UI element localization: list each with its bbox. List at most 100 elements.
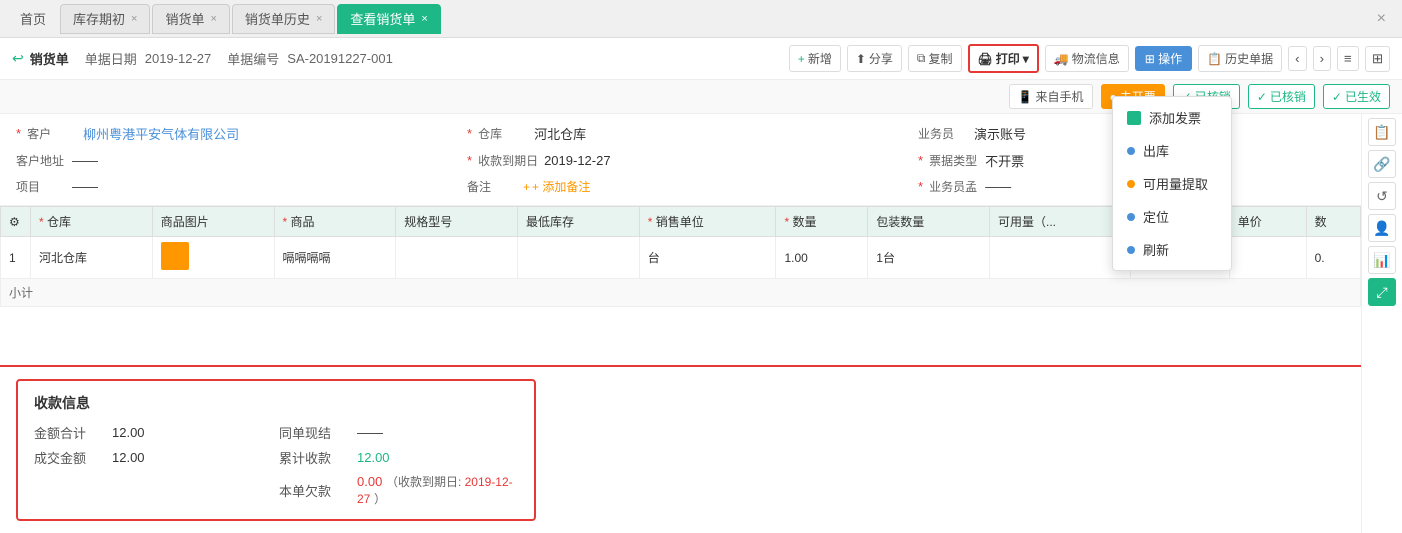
tab-sales[interactable]: 销货单 × <box>152 4 229 34</box>
history-icon: 📋 <box>1207 52 1222 66</box>
effective-icon: ✓ <box>1332 90 1342 104</box>
same-order-value: —— <box>357 425 383 440</box>
copy-button[interactable]: ⧉ 复制 <box>908 45 962 72</box>
row-unit: 台 <box>639 237 776 279</box>
warehouse-value: 河北仓库 <box>534 124 586 143</box>
row-warehouse: 河北仓库 <box>31 237 153 279</box>
required-star5: * <box>918 179 923 194</box>
locate-icon <box>1127 213 1135 221</box>
deal-value: 12.00 <box>112 450 145 465</box>
row-price <box>1229 237 1306 279</box>
sold-button[interactable]: ✓ 已核销 <box>1248 84 1315 109</box>
history-button[interactable]: 📋 历史单据 <box>1198 45 1282 72</box>
tab-home-label: 首页 <box>20 9 46 28</box>
tab-sales-label: 销货单 <box>165 9 204 28</box>
print-button[interactable]: 🖨 打印 ▾ <box>968 44 1039 73</box>
subtotal-label: 小计 <box>1 279 1361 307</box>
addr-value: —— <box>72 153 98 168</box>
subtotal-row: 小计 <box>1 279 1361 307</box>
ticket-label: 票据类型 <box>929 152 979 169</box>
logistics-button[interactable]: 🚚 物流信息 <box>1045 45 1129 72</box>
avail-icon <box>1127 180 1135 188</box>
toolbar: + 新增 ⬆ 分享 ⧉ 复制 🖨 打印 ▾ 🚚 物流信息 ⊞ 操 <box>789 44 1390 73</box>
dropdown-item-outbound[interactable]: 出库 <box>1113 134 1231 167</box>
close-all-button[interactable]: × <box>1369 10 1394 28</box>
payment-deal-row: 成交金额 12.00 <box>34 448 273 467</box>
add-invoice-icon <box>1127 111 1141 125</box>
owed-value: 0.00 （收款到期日: 2019-12-27 ） <box>357 473 518 507</box>
tab-sales-close[interactable]: × <box>210 13 216 25</box>
share-icon: ⬆ <box>856 52 866 66</box>
new-icon: + <box>798 52 805 66</box>
effective-button[interactable]: ✓ 已生效 <box>1323 84 1390 109</box>
col-spec-header: 规格型号 <box>396 207 518 237</box>
customer-label: 客户 <box>27 125 77 142</box>
outbound-label: 出库 <box>1143 141 1169 160</box>
right-icon-link[interactable]: 🔗 <box>1368 150 1396 178</box>
copy-label: 复制 <box>928 50 952 67</box>
share-button[interactable]: ⬆ 分享 <box>847 45 902 72</box>
col-settings-header[interactable]: ⚙ <box>1 207 31 237</box>
right-icon-expand[interactable]: ⤢ <box>1368 278 1396 306</box>
staff-value: 演示账号 <box>974 124 1026 143</box>
warehouse-label: 仓库 <box>478 125 528 142</box>
row-product: 嗝嗝嗝嗝 <box>274 237 396 279</box>
dropdown-item-avail[interactable]: 可用量提取 <box>1113 167 1231 200</box>
view-list-button[interactable]: ≡ <box>1337 46 1359 71</box>
new-label: 新增 <box>808 50 832 67</box>
logistics-icon: 🚚 <box>1054 52 1069 66</box>
due-note: （收款到期日: <box>386 475 465 489</box>
col-minstock-header: 最低库存 <box>518 207 640 237</box>
tab-history-label: 销货单历史 <box>245 9 310 28</box>
ops-button[interactable]: ⊞ 操作 <box>1135 46 1192 71</box>
due-date-value: 2019-12-27 <box>544 153 611 168</box>
dropdown-item-add-invoice[interactable]: 添加发票 <box>1113 101 1231 134</box>
add-note-button[interactable]: + + 添加备注 <box>523 178 590 195</box>
payment-owed-row: 本单欠款 0.00 （收款到期日: 2019-12-27 ） <box>279 473 518 507</box>
tab-inventory[interactable]: 库存期初 × <box>60 4 150 34</box>
dropdown-item-locate[interactable]: 定位 <box>1113 200 1231 233</box>
warehouse-row: * 仓库 河北仓库 <box>467 124 894 143</box>
col-avail-header: 可用量（... <box>990 207 1130 237</box>
new-button[interactable]: + 新增 <box>789 45 841 72</box>
row-avail <box>990 237 1130 279</box>
tab-view-sales[interactable]: 查看销货单 × <box>337 4 440 34</box>
refresh-icon <box>1127 246 1135 254</box>
right-icon-chart[interactable]: 📊 <box>1368 246 1396 274</box>
tab-history-close[interactable]: × <box>316 13 322 25</box>
required-star2: * <box>467 126 472 141</box>
refresh-label: 刷新 <box>1143 240 1169 259</box>
ops-icon: ⊞ <box>1145 52 1155 66</box>
owed-label: 本单欠款 <box>279 481 349 500</box>
ops-dropdown-menu: 添加发票 出库 可用量提取 定位 刷新 <box>1112 96 1232 271</box>
tab-bar: 首页 库存期初 × 销货单 × 销货单历史 × 查看销货单 × × <box>0 0 1402 38</box>
ops-label: 操作 <box>1158 52 1182 66</box>
col-qty-header: * 数量 <box>776 207 868 237</box>
nav-prev-button[interactable]: ‹ <box>1288 46 1306 71</box>
tab-inventory-close[interactable]: × <box>131 13 137 25</box>
right-icon-refresh[interactable]: ↺ <box>1368 182 1396 210</box>
tab-view-sales-close[interactable]: × <box>421 13 427 25</box>
sold-icon: ✓ <box>1257 90 1267 104</box>
view-grid-button[interactable]: ⊞ <box>1365 46 1390 72</box>
col-product-header: * 商品 <box>274 207 396 237</box>
payment-info: 收款信息 金额合计 12.00 同单现结 —— 成交金额 12.00 <box>16 379 536 521</box>
outbound-icon <box>1127 147 1135 155</box>
staff-label: 业务员 <box>918 125 968 142</box>
required-star3: * <box>467 153 472 168</box>
print-label: 打印 <box>996 50 1020 67</box>
row-minstock <box>518 237 640 279</box>
right-icon-user[interactable]: 👤 <box>1368 214 1396 242</box>
row-other: 0. <box>1306 237 1360 279</box>
nav-next-button[interactable]: › <box>1313 46 1331 71</box>
phone-icon: 📱 <box>1018 90 1033 104</box>
note-label: 备注 <box>467 178 517 195</box>
due-date-row: * 收款到期日 2019-12-27 <box>467 151 894 170</box>
cumulative-label: 累计收款 <box>279 448 349 467</box>
tab-home[interactable]: 首页 <box>8 4 58 34</box>
right-icon-clipboard[interactable]: 📋 <box>1368 118 1396 146</box>
payment-same-order-row: 同单现结 —— <box>279 423 518 442</box>
tab-history[interactable]: 销货单历史 × <box>232 4 335 34</box>
dropdown-item-refresh[interactable]: 刷新 <box>1113 233 1231 266</box>
from-phone-button[interactable]: 📱 来自手机 <box>1009 84 1093 109</box>
